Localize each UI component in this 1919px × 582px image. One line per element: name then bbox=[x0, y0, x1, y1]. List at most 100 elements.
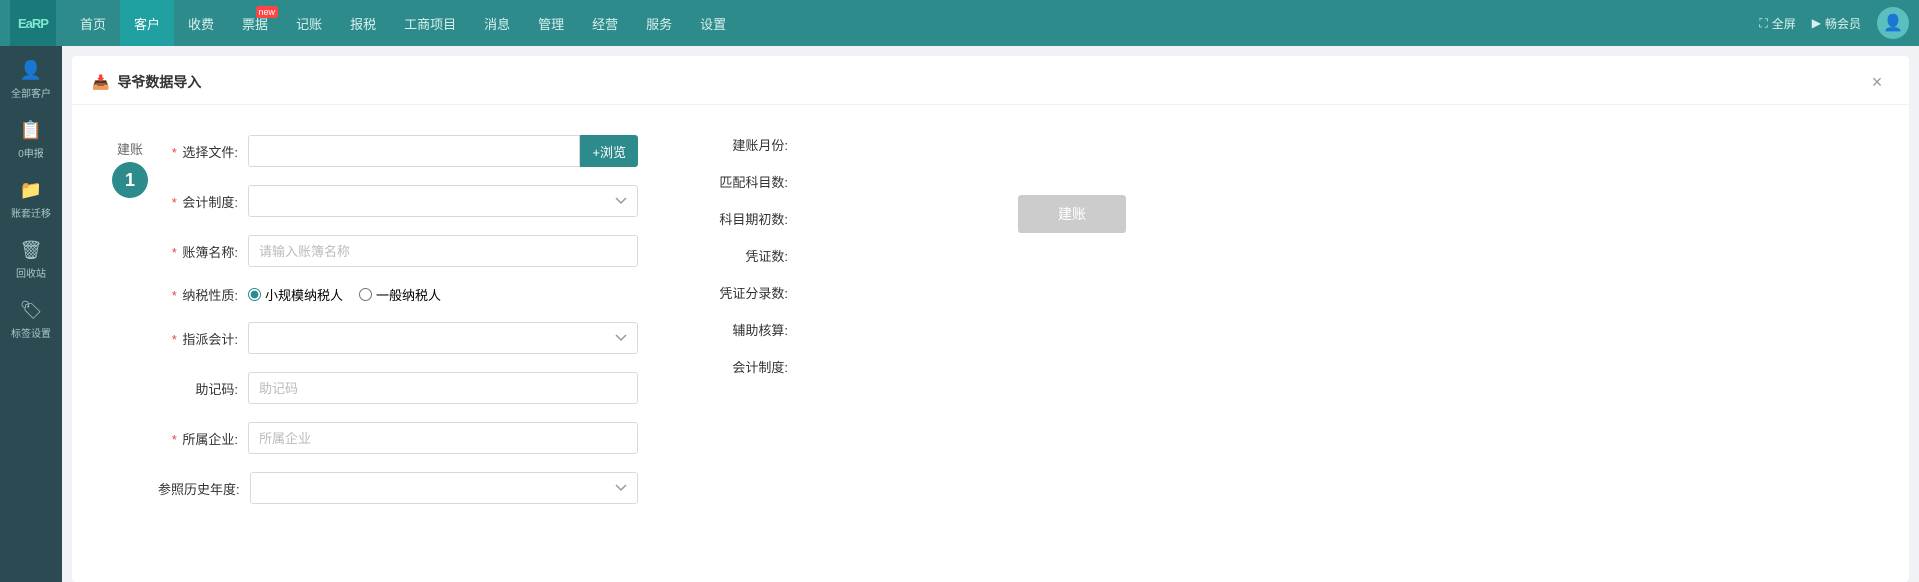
all-customers-icon: 👤 bbox=[20, 60, 42, 81]
company-label: * 所属企业: bbox=[158, 429, 248, 448]
accounting-month-label: 建账月份: bbox=[698, 135, 798, 154]
tag-settings-icon: 🏷 bbox=[20, 300, 43, 321]
card-title: 📥 导爷数据导入 bbox=[92, 72, 201, 92]
initial-balance-row: 科目期初数: bbox=[698, 209, 998, 228]
avatar-icon: 👤 bbox=[1883, 13, 1903, 33]
right-accounting-system-label: 会计制度: bbox=[698, 357, 798, 376]
tax-type-small-radio[interactable] bbox=[248, 288, 261, 301]
user-avatar[interactable]: 👤 bbox=[1877, 7, 1909, 39]
dialog-card: 📥 导爷数据导入 × 建账 1 bbox=[72, 56, 1909, 582]
form-area: 建账 1 * 选择文件: +浏览 bbox=[72, 105, 1909, 552]
right-accounting-system-row: 会计制度: bbox=[698, 357, 998, 376]
assign-accountant-select[interactable] bbox=[248, 322, 638, 354]
nav-messages[interactable]: 消息 bbox=[470, 0, 524, 46]
create-account-button[interactable]: 建账 bbox=[1018, 195, 1126, 233]
import-icon: 📥 bbox=[92, 74, 109, 91]
top-navigation: EaRP 首页 客户 收费 票据 new 记账 报税 工商项目 消息 管理 经营… bbox=[0, 0, 1919, 46]
file-input[interactable] bbox=[248, 135, 580, 167]
nav-home[interactable]: 首页 bbox=[66, 0, 120, 46]
assign-accountant-row: * 指派会计: bbox=[158, 322, 638, 354]
browse-button[interactable]: +浏览 bbox=[580, 135, 638, 167]
company-row: * 所属企业: bbox=[158, 422, 638, 454]
form-left: * 选择文件: +浏览 * 会计制度: bbox=[158, 135, 638, 522]
tax-type-general[interactable]: 一般纳税人 bbox=[359, 285, 441, 304]
memo-row: 助记码: bbox=[158, 372, 638, 404]
accounting-month-row: 建账月份: bbox=[698, 135, 998, 154]
nav-services[interactable]: 服务 bbox=[632, 0, 686, 46]
dialog-title: 导爷数据导入 bbox=[117, 72, 201, 92]
nav-bookkeeping[interactable]: 记账 bbox=[282, 0, 336, 46]
declarations-icon: 📋 bbox=[20, 120, 42, 141]
main-content: 📥 导爷数据导入 × 建账 1 bbox=[62, 46, 1919, 582]
voucher-count-row: 凭证数: bbox=[698, 246, 998, 265]
form-action: 建账 bbox=[998, 135, 1126, 522]
tax-type-row: * 纳税性质: 小规模纳税人 一般纳税人 bbox=[158, 285, 638, 304]
reference-year-select[interactable] bbox=[250, 472, 638, 504]
nav-customers[interactable]: 客户 bbox=[120, 0, 174, 46]
sidebar-label-recycle: 回收站 bbox=[16, 265, 46, 280]
nav-menu: 首页 客户 收费 票据 new 记账 报税 工商项目 消息 管理 经营 服务 设… bbox=[66, 0, 1759, 46]
tax-type-general-radio[interactable] bbox=[359, 288, 372, 301]
nav-invoices[interactable]: 票据 new bbox=[228, 0, 282, 46]
card-header: 📥 导爷数据导入 × bbox=[72, 56, 1909, 105]
match-subjects-label: 匹配科目数: bbox=[698, 172, 798, 191]
accounting-system-row: * 会计制度: bbox=[158, 185, 638, 217]
file-row: * 选择文件: +浏览 bbox=[158, 135, 638, 167]
sidebar-label-declarations: 0申报 bbox=[18, 145, 44, 160]
initial-balance-label: 科目期初数: bbox=[698, 209, 798, 228]
nav-fees[interactable]: 收费 bbox=[174, 0, 228, 46]
sidebar-label-all-customers: 全部客户 bbox=[11, 85, 51, 100]
top-right-actions: ⛶ 全屏 ▶ 畅会员 👤 bbox=[1759, 7, 1909, 39]
account-name-row: * 账簿名称: bbox=[158, 235, 638, 267]
account-name-label: * 账簿名称: bbox=[158, 242, 248, 261]
step-label: 建账 bbox=[117, 139, 143, 158]
assign-accountant-wrapper bbox=[248, 322, 638, 354]
app-logo: EaRP bbox=[10, 0, 56, 46]
voucher-count-label: 凭证数: bbox=[698, 246, 798, 265]
voucher-entries-row: 凭证分录数: bbox=[698, 283, 998, 302]
vip-icon: ▶ bbox=[1812, 16, 1821, 30]
form-right: 建账月份: 匹配科目数: 科目期初数: 凭证数: bbox=[638, 135, 998, 522]
fullscreen-icon: ⛶ bbox=[1759, 16, 1767, 31]
sidebar-item-declarations[interactable]: 📋 0申报 bbox=[0, 110, 62, 170]
step-indicator: 建账 1 bbox=[112, 135, 148, 522]
voucher-entries-label: 凭证分录数: bbox=[698, 283, 798, 302]
company-input[interactable] bbox=[248, 422, 638, 454]
nav-business[interactable]: 工商项目 bbox=[390, 0, 470, 46]
new-badge: new bbox=[256, 6, 279, 18]
step-circle: 1 bbox=[112, 162, 148, 198]
nav-tax[interactable]: 报税 bbox=[336, 0, 390, 46]
match-subjects-row: 匹配科目数: bbox=[698, 172, 998, 191]
account-name-input[interactable] bbox=[248, 235, 638, 267]
vip-button[interactable]: ▶ 畅会员 bbox=[1812, 15, 1861, 32]
sidebar-label-account-migration: 账套迁移 bbox=[11, 205, 51, 220]
accounting-system-wrapper bbox=[248, 185, 638, 217]
sidebar-item-account-migration[interactable]: 📁 账套迁移 bbox=[0, 170, 62, 230]
tax-type-small[interactable]: 小规模纳税人 bbox=[248, 285, 343, 304]
memo-input[interactable] bbox=[248, 372, 638, 404]
sidebar: 👤 全部客户 📋 0申报 📁 账套迁移 🗑 回收站 🏷 标签设置 bbox=[0, 46, 62, 582]
reference-year-wrapper bbox=[250, 472, 638, 504]
reference-year-label: 参照历史年度: bbox=[158, 479, 250, 498]
account-migration-icon: 📁 bbox=[20, 180, 42, 201]
recycle-icon: 🗑 bbox=[20, 240, 43, 261]
nav-management[interactable]: 管理 bbox=[524, 0, 578, 46]
memo-label: 助记码: bbox=[158, 379, 248, 398]
sidebar-item-all-customers[interactable]: 👤 全部客户 bbox=[0, 50, 62, 110]
sidebar-label-tag-settings: 标签设置 bbox=[11, 325, 51, 340]
sidebar-item-tag-settings[interactable]: 🏷 标签设置 bbox=[0, 290, 62, 350]
close-button[interactable]: × bbox=[1865, 70, 1889, 94]
reference-year-row: 参照历史年度: bbox=[158, 472, 638, 504]
sidebar-item-recycle[interactable]: 🗑 回收站 bbox=[0, 230, 62, 290]
file-label: * 选择文件: bbox=[158, 142, 248, 161]
accounting-system-label: * 会计制度: bbox=[158, 192, 248, 211]
auxiliary-row: 辅助核算: bbox=[698, 320, 998, 339]
file-input-group: +浏览 bbox=[248, 135, 638, 167]
nav-settings[interactable]: 设置 bbox=[686, 0, 740, 46]
nav-operations[interactable]: 经营 bbox=[578, 0, 632, 46]
assign-accountant-label: * 指派会计: bbox=[158, 329, 248, 348]
fullscreen-button[interactable]: ⛶ 全屏 bbox=[1759, 15, 1795, 32]
tax-type-radio-group: 小规模纳税人 一般纳税人 bbox=[248, 285, 638, 304]
accounting-system-select[interactable] bbox=[248, 185, 638, 217]
main-layout: 👤 全部客户 📋 0申报 📁 账套迁移 🗑 回收站 🏷 标签设置 📥 导爷 bbox=[0, 46, 1919, 582]
